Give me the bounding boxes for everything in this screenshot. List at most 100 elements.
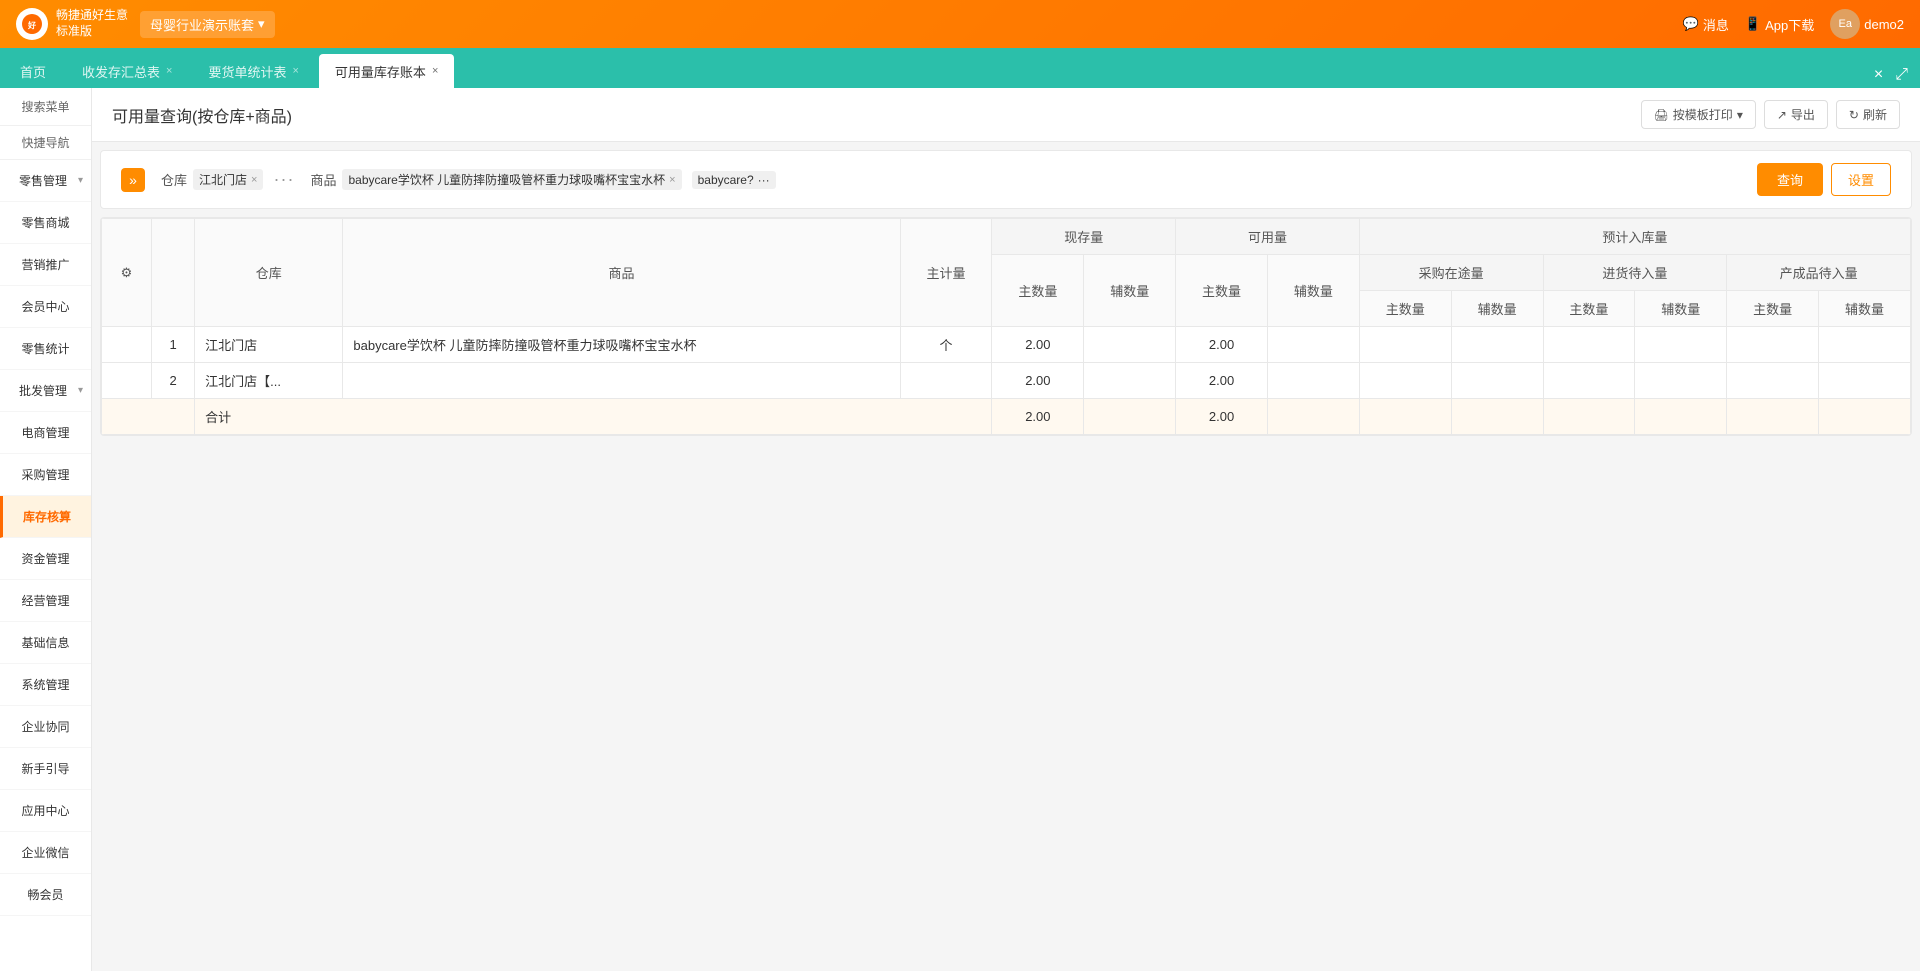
app-download-button[interactable]: 📱 App下载 [1745,15,1814,34]
data-table: ⚙ 仓库 商品 主计量 现存量 可用量 预计入库量 主数量 辅数量 主数量 [101,218,1911,435]
export-button[interactable]: ↗ 导出 [1764,100,1828,129]
top-bar-right: 💬 消息 📱 App下载 Ea demo2 [1683,9,1904,39]
total-purchase-main [1359,399,1451,435]
tab-close-receive[interactable]: × [166,65,172,77]
export-icon: ↗ [1777,108,1787,122]
logo-text: 畅捷通好生意 标准版 [56,8,128,39]
app-logo-icon: 好 [16,8,48,40]
main-layout: 搜索菜单 快捷导航 零售管理 ▾ 零售商城 营销推广 会员中心 零售统计 批发管… [0,88,1920,971]
sidebar-item-retail-mgmt[interactable]: 零售管理 ▾ [0,160,91,202]
warehouse-label: 仓库 [161,170,187,189]
th-available-main: 主数量 [1176,255,1268,327]
th-settings[interactable]: ⚙ [102,219,152,327]
user-area[interactable]: Ea demo2 [1830,9,1904,39]
th-group-incoming: 进货待入量 [1543,255,1727,291]
row-available-aux-0 [1267,327,1359,363]
total-stock-main: 2.00 [992,399,1084,435]
th-stock-aux: 辅数量 [1084,255,1176,327]
th-incoming-aux: 辅数量 [1635,291,1727,327]
tab-home[interactable]: 首页 [4,54,62,88]
sidebar-item-ecommerce[interactable]: 电商管理 [0,412,91,454]
sidebar-item-operations[interactable]: 经营管理 [0,580,91,622]
sidebar-item-purchase[interactable]: 采购管理 [0,454,91,496]
table-row: 1 江北门店 babycare学饮杯 儿童防摔防撞吸管杯重力球吸嘴杯宝宝水杯 个… [102,327,1911,363]
th-group-production: 产成品待入量 [1727,255,1911,291]
row-settings-1 [102,363,152,399]
warehouse-tag-remove[interactable]: × [251,174,257,186]
tab-receive[interactable]: 收发存汇总表 × [66,54,188,88]
row-unit-1 [900,363,992,399]
row-purchase-aux-0 [1451,327,1543,363]
th-purchase-main: 主数量 [1359,291,1451,327]
tab-close-goods-stat[interactable]: × [292,65,298,77]
print-button[interactable]: 🖨 按模板打印 ▾ [1641,100,1756,129]
query-button[interactable]: 查询 [1757,163,1823,196]
product-label: 商品 [310,170,336,189]
sidebar-item-enterprise-wechat[interactable]: 企业微信 [0,832,91,874]
product-tag-1: babycare学饮杯 儿童防摔防撞吸管杯重力球吸嘴杯宝宝水杯 × [342,169,681,190]
sidebar-item-finance[interactable]: 资金管理 [0,538,91,580]
messages-button[interactable]: 💬 消息 [1683,15,1729,34]
th-group-planned: 预计入库量 [1359,219,1910,255]
row-available-main-1: 2.00 [1176,363,1268,399]
sidebar-item-enterprise[interactable]: 企业协同 [0,706,91,748]
row-available-aux-1 [1267,363,1359,399]
refresh-button[interactable]: ↻ 刷新 [1836,100,1900,129]
row-index-0: 1 [151,327,194,363]
table-row: 2 江北门店【... 2.00 2.00 [102,363,1911,399]
row-stock-main-1: 2.00 [992,363,1084,399]
filter-expand-button[interactable]: » [121,168,145,192]
row-stock-aux-0 [1084,327,1176,363]
sidebar-item-basic-info[interactable]: 基础信息 [0,622,91,664]
tab-fullscreen-button[interactable]: ⤢ [1891,62,1912,88]
total-label-cell [102,399,195,435]
row-incoming-main-1 [1543,363,1635,399]
sidebar-item-new-guide[interactable]: 新手引导 [0,748,91,790]
row-unit-0: 个 [900,327,992,363]
sidebar-section: 零售管理 ▾ 零售商城 营销推广 会员中心 零售统计 批发管理 ▾ 电商管理 [0,160,91,916]
th-group-available: 可用量 [1176,219,1360,255]
tab-close-all-button[interactable]: × [1870,62,1887,88]
sidebar-item-wholesale-mgmt[interactable]: 批发管理 ▾ [0,370,91,412]
sidebar-item-marketing[interactable]: 营销推广 [0,244,91,286]
top-bar: 好 畅捷通好生意 标准版 母婴行业演示账套 ▾ 💬 消息 📱 App下载 Ea … [0,0,1920,48]
product-tag-1-remove[interactable]: × [669,174,675,186]
filter-actions: 查询 设置 [1757,163,1891,196]
row-available-main-0: 2.00 [1176,327,1268,363]
th-incoming-main: 主数量 [1543,291,1635,327]
th-product: 商品 [343,219,900,327]
sidebar-item-vip-member[interactable]: 畅会员 [0,874,91,916]
th-production-aux: 辅数量 [1819,291,1911,327]
th-group-purchase: 采购在途量 [1359,255,1543,291]
sidebar-quick-nav[interactable]: 快捷导航 [0,126,91,160]
sidebar-item-retail-stats[interactable]: 零售统计 [0,328,91,370]
row-production-aux-0 [1819,327,1911,363]
total-purchase-aux [1451,399,1543,435]
sidebar-item-member-center[interactable]: 会员中心 [0,286,91,328]
chevron-down-icon: ▾ [258,16,265,32]
content-area: 可用量查询(按仓库+商品) 🖨 按模板打印 ▾ ↗ 导出 ↻ 刷新 » [92,88,1920,971]
warehouse-more-button[interactable]: ··· [273,169,294,190]
avatar: Ea [1830,9,1860,39]
row-warehouse-1: 江北门店【... [195,363,343,399]
page-title: 可用量查询(按仓库+商品) [112,103,292,127]
org-selector[interactable]: 母婴行业演示账套 ▾ [140,11,275,38]
sidebar-item-app-center[interactable]: 应用中心 [0,790,91,832]
row-purchase-main-0 [1359,327,1451,363]
row-purchase-main-1 [1359,363,1451,399]
total-incoming-main [1543,399,1635,435]
sidebar-item-system[interactable]: 系统管理 [0,664,91,706]
logo-area: 好 畅捷通好生意 标准版 [16,8,128,40]
tab-available[interactable]: 可用量库存账本 × [319,54,454,88]
row-production-aux-1 [1819,363,1911,399]
sidebar-item-retail-mall[interactable]: 零售商城 [0,202,91,244]
tab-goods-stat[interactable]: 要货单统计表 × [192,54,314,88]
sidebar-item-inventory[interactable]: 库存核算 [0,496,91,538]
sidebar-search[interactable]: 搜索菜单 [0,88,91,126]
tab-bar: 首页 收发存汇总表 × 要货单统计表 × 可用量库存账本 × × ⤢ [0,48,1920,88]
settings-button[interactable]: 设置 [1831,163,1891,196]
row-production-main-0 [1727,327,1819,363]
tab-close-available[interactable]: × [432,65,438,77]
filter-area: » 仓库 江北门店 × ··· 商品 babycare学饮杯 儿童防摔防撞吸管杯… [100,150,1912,209]
table-body: 1 江北门店 babycare学饮杯 儿童防摔防撞吸管杯重力球吸嘴杯宝宝水杯 个… [102,327,1911,399]
